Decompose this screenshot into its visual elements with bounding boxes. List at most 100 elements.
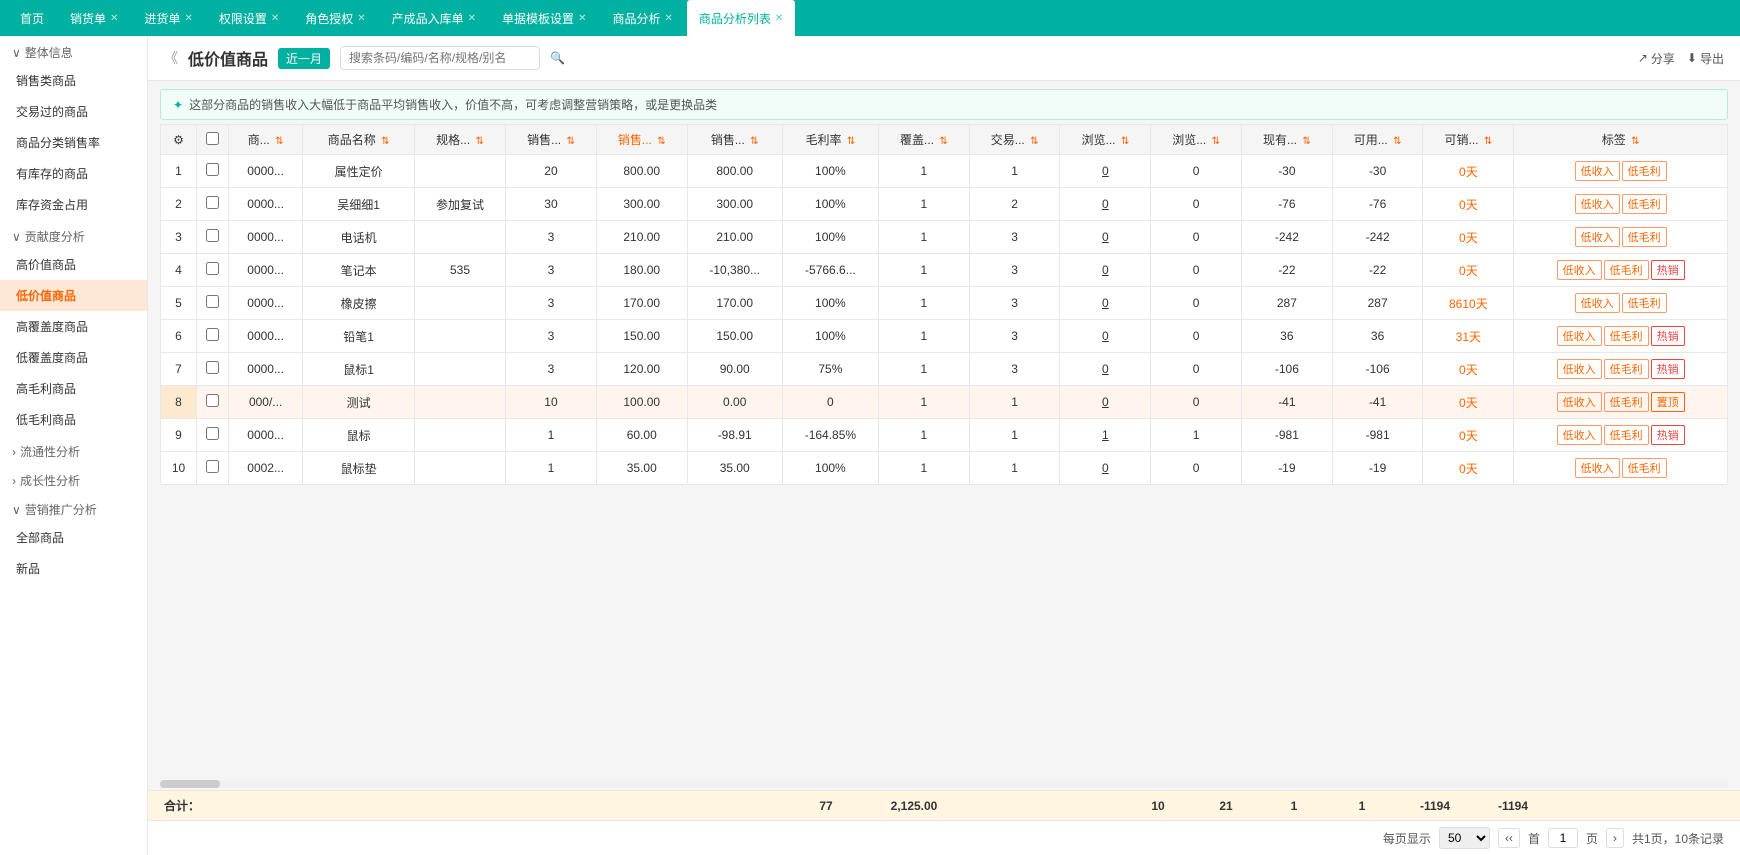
sort-icon[interactable]: ⇅ <box>566 136 574 147</box>
cell-browse1[interactable]: 0 <box>1060 221 1151 254</box>
tag-badge: 低毛利 <box>1604 260 1649 280</box>
close-icon[interactable]: ✕ <box>110 13 118 24</box>
cell-browse1[interactable]: 1 <box>1060 419 1151 452</box>
sidebar-item-high-value[interactable]: 高价值商品 <box>0 249 147 280</box>
sort-icon[interactable]: ⇅ <box>1393 136 1401 147</box>
sort-icon[interactable]: ⇅ <box>1631 136 1639 147</box>
close-icon[interactable]: ✕ <box>271 13 279 24</box>
row-checkbox[interactable] <box>197 320 229 353</box>
sidebar-item-high-coverage[interactable]: 高覆盖度商品 <box>0 311 147 342</box>
row-checkbox[interactable] <box>197 386 229 419</box>
row-select-checkbox[interactable] <box>206 394 219 407</box>
export-button[interactable]: ⬇ 导出 <box>1687 50 1724 67</box>
sidebar-item-all-goods[interactable]: 全部商品 <box>0 522 147 553</box>
cell-browse1[interactable]: 0 <box>1060 353 1151 386</box>
close-icon[interactable]: ✕ <box>468 13 476 24</box>
row-select-checkbox[interactable] <box>206 295 219 308</box>
close-icon[interactable]: ✕ <box>664 13 672 24</box>
cell-browse1[interactable]: 0 <box>1060 320 1151 353</box>
nav-sales-order[interactable]: 销货单 ✕ <box>58 0 130 36</box>
sidebar-collapse-btn[interactable]: 《 <box>164 48 178 68</box>
sidebar-item-stock-value[interactable]: 库存资金占用 <box>0 189 147 220</box>
sort-icon[interactable]: ⇅ <box>275 136 283 147</box>
close-icon[interactable]: ✕ <box>184 13 192 24</box>
cell-browse1[interactable]: 0 <box>1060 155 1151 188</box>
sidebar-item-low-value[interactable]: 低价值商品 <box>0 280 147 311</box>
sort-icon[interactable]: ⇅ <box>939 136 947 147</box>
row-select-checkbox[interactable] <box>206 262 219 275</box>
page-number-input[interactable] <box>1548 828 1578 848</box>
sort-icon[interactable]: ⇅ <box>1484 136 1492 147</box>
search-input[interactable] <box>340 46 540 70</box>
row-checkbox[interactable] <box>197 254 229 287</box>
nav-product-analysis[interactable]: 商品分析 ✕ <box>600 0 684 36</box>
cell-browse1[interactable]: 0 <box>1060 188 1151 221</box>
share-button[interactable]: ↗ 分享 <box>1638 50 1675 67</box>
row-select-checkbox[interactable] <box>206 361 219 374</box>
close-icon[interactable]: ✕ <box>357 13 365 24</box>
close-icon[interactable]: ✕ <box>578 13 586 24</box>
sidebar-item-low-margin[interactable]: 低毛利商品 <box>0 404 147 435</box>
row-select-checkbox[interactable] <box>206 460 219 473</box>
nav-product-analysis-list[interactable]: 商品分析列表 ✕ <box>687 0 795 36</box>
sort-icon[interactable]: ⇅ <box>847 136 855 147</box>
cell-days: 0天 <box>1423 419 1514 452</box>
cell-sales3: 35.00 <box>687 452 782 485</box>
sidebar-group-growth[interactable]: › 成长性分析 <box>0 464 147 493</box>
horizontal-scrollbar[interactable] <box>160 780 1728 788</box>
nav-home[interactable]: 首页 <box>8 0 56 36</box>
sort-icon[interactable]: ⇅ <box>657 136 665 147</box>
col-checkbox[interactable] <box>197 125 229 155</box>
row-checkbox[interactable] <box>197 452 229 485</box>
sidebar-group-overall[interactable]: ∨ 整体信息 <box>0 36 147 65</box>
row-checkbox[interactable] <box>197 188 229 221</box>
sort-icon[interactable]: ⇅ <box>476 136 484 147</box>
scrollbar-thumb[interactable] <box>160 780 220 788</box>
nav-template-setting[interactable]: 单据模板设置 ✕ <box>490 0 598 36</box>
filter-tag-recent[interactable]: 近一月 <box>278 48 330 69</box>
sort-icon[interactable]: ⇅ <box>1121 136 1129 147</box>
page-size-select[interactable]: 50 20 100 <box>1439 827 1490 849</box>
nav-product-stock[interactable]: 产成品入库单 ✕ <box>380 0 488 36</box>
next-page-btn[interactable]: › <box>1606 828 1624 848</box>
sort-icon[interactable]: ⇅ <box>1030 136 1038 147</box>
search-icon[interactable]: 🔍 <box>550 51 565 65</box>
sidebar-group-marketing[interactable]: ∨ 营销推广分析 <box>0 493 147 522</box>
close-icon[interactable]: ✕ <box>775 13 783 24</box>
cell-browse1[interactable]: 0 <box>1060 452 1151 485</box>
col-settings[interactable]: ⚙ <box>161 125 197 155</box>
row-select-checkbox[interactable] <box>206 163 219 176</box>
first-page-btn[interactable]: ‹‹ <box>1498 828 1520 848</box>
row-select-checkbox[interactable] <box>206 427 219 440</box>
nav-purchase-order[interactable]: 进货单 ✕ <box>132 0 204 36</box>
sort-icon[interactable]: ⇅ <box>381 136 389 147</box>
select-all-checkbox[interactable] <box>206 132 219 145</box>
sidebar-group-contribution[interactable]: ∨ 贡献度分析 <box>0 220 147 249</box>
row-checkbox[interactable] <box>197 419 229 452</box>
sidebar-item-category-rate[interactable]: 商品分类销售率 <box>0 127 147 158</box>
row-select-checkbox[interactable] <box>206 328 219 341</box>
footer-browse2: 1 <box>1332 799 1392 813</box>
sidebar-group-flow[interactable]: › 流通性分析 <box>0 435 147 464</box>
cell-browse1[interactable]: 0 <box>1060 386 1151 419</box>
sidebar-item-traded-goods[interactable]: 交易过的商品 <box>0 96 147 127</box>
sidebar-item-high-margin[interactable]: 高毛利商品 <box>0 373 147 404</box>
cell-browse1[interactable]: 0 <box>1060 287 1151 320</box>
row-checkbox[interactable] <box>197 221 229 254</box>
sort-icon[interactable]: ⇅ <box>1212 136 1220 147</box>
sidebar-item-stocked-goods[interactable]: 有库存的商品 <box>0 158 147 189</box>
sidebar-item-low-coverage[interactable]: 低覆盖度商品 <box>0 342 147 373</box>
sidebar-item-sales-goods[interactable]: 销售类商品 <box>0 65 147 96</box>
cell-browse1[interactable]: 0 <box>1060 254 1151 287</box>
row-checkbox[interactable] <box>197 155 229 188</box>
row-checkbox[interactable] <box>197 353 229 386</box>
row-select-checkbox[interactable] <box>206 196 219 209</box>
sort-icon[interactable]: ⇅ <box>750 136 758 147</box>
row-select-checkbox[interactable] <box>206 229 219 242</box>
table-row: 90000...鼠标160.00-98.91-164.85%1111-981-9… <box>161 419 1728 452</box>
sort-icon[interactable]: ⇅ <box>1302 136 1310 147</box>
sidebar-item-new-goods[interactable]: 新品 <box>0 553 147 584</box>
nav-permission[interactable]: 权限设置 ✕ <box>207 0 291 36</box>
nav-role-auth[interactable]: 角色授权 ✕ <box>293 0 377 36</box>
row-checkbox[interactable] <box>197 287 229 320</box>
